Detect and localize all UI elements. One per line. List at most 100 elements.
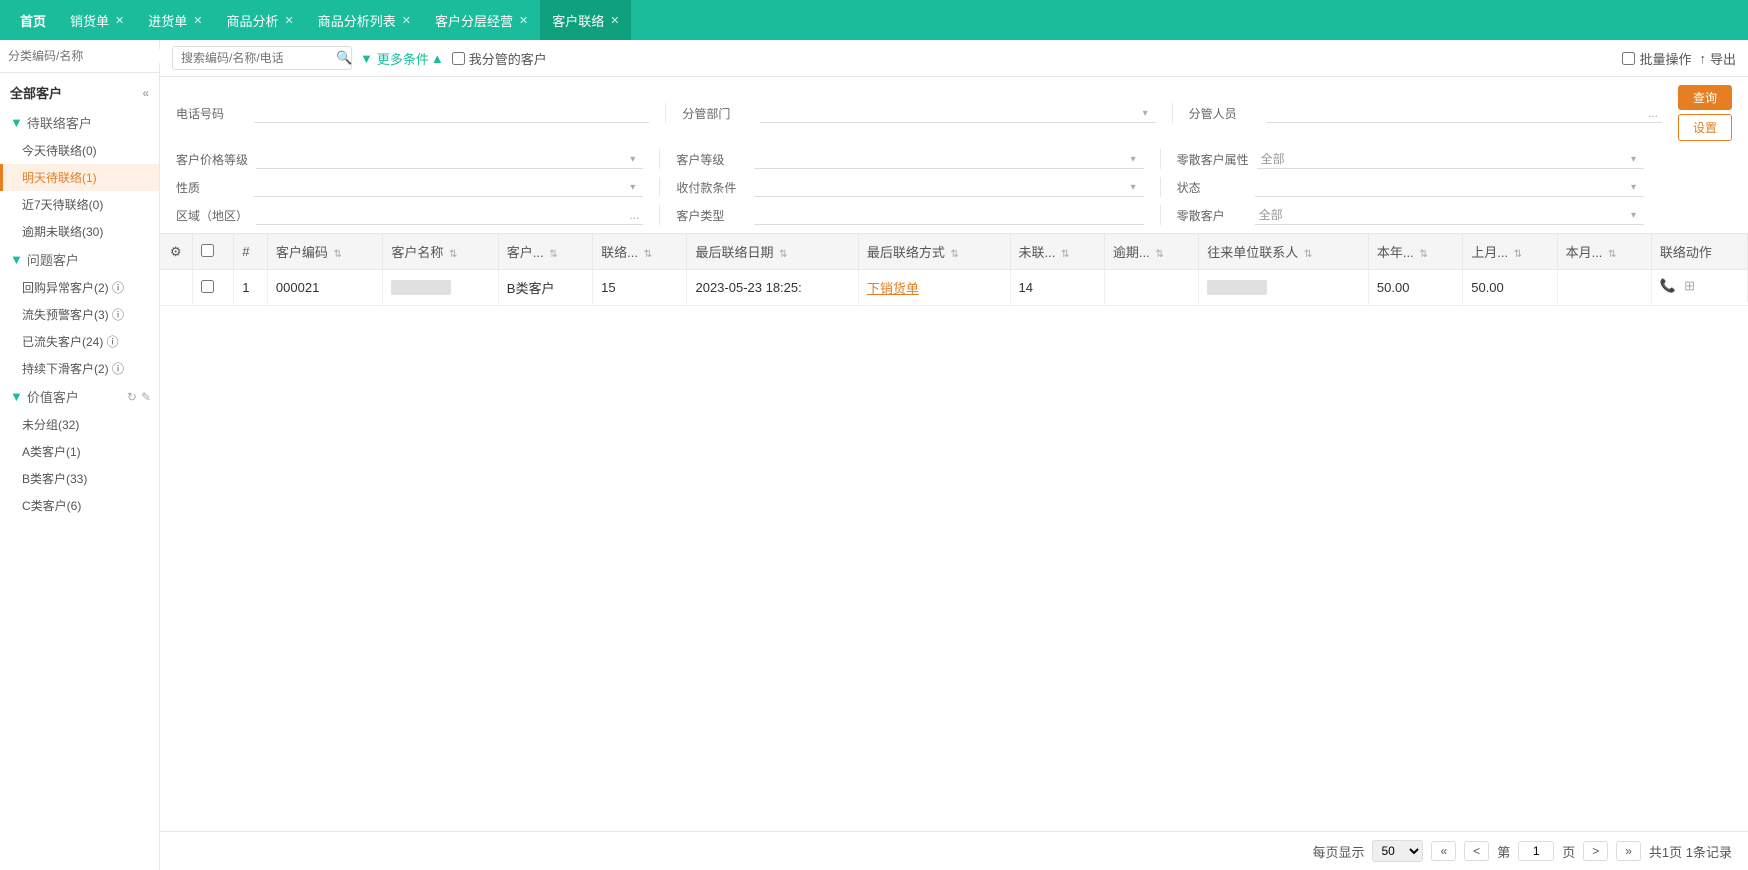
sidebar-section-pending[interactable]: ▼ 待联络客户	[0, 108, 159, 137]
page-number-input[interactable]	[1518, 841, 1554, 861]
settings-button[interactable]: 设置	[1678, 114, 1732, 141]
sidebar-item-class-b[interactable]: B类客户(33)	[0, 465, 159, 492]
col-contacts[interactable]: 联络... ⇅	[593, 234, 687, 270]
dept-select[interactable]	[760, 104, 1155, 123]
sidebar-item-tomorrow-contact[interactable]: 明天待联络(1)	[0, 164, 159, 191]
more-icon[interactable]: ...	[1648, 106, 1658, 120]
sidebar-item-churned[interactable]: 已流失客户(24) ⓘ	[0, 328, 159, 355]
sidebar-item-ungrouped[interactable]: 未分组(32)	[0, 411, 159, 438]
customer-type-input[interactable]	[754, 206, 1143, 225]
person-input[interactable]	[1267, 104, 1662, 123]
sidebar-item-class-a[interactable]: A类客户(1)	[0, 438, 159, 465]
cell-last-contact-method[interactable]: 下销货单	[858, 270, 1010, 306]
sidebar-item-overdue-contact[interactable]: 逾期未联络(30)	[0, 218, 159, 245]
region-input[interactable]	[256, 206, 643, 225]
data-table-container: ⚙ # 客户编码 ⇅ 客户名称 ⇅ 客户... ⇅ 联络... ⇅ 最后联络日期…	[160, 234, 1748, 831]
close-icon[interactable]: ✕	[610, 14, 619, 27]
my-customers-checkbox[interactable]: 我分管的客户	[452, 49, 547, 68]
payment-terms-label: 收付款条件	[676, 179, 746, 196]
col-customer-name[interactable]: 客户名称 ⇅	[383, 234, 498, 270]
col-not-contacted[interactable]: 未联... ⇅	[1010, 234, 1104, 270]
phone-label: 电话号码	[176, 105, 246, 122]
close-icon[interactable]: ✕	[519, 14, 528, 27]
phone-input[interactable]	[254, 104, 649, 123]
more-icon[interactable]: ...	[629, 208, 639, 222]
arrow-icon: ▼	[10, 115, 23, 130]
col-customer-type[interactable]: 客户... ⇅	[498, 234, 592, 270]
retail-attr-select[interactable]: 全部	[1257, 150, 1644, 169]
refresh-icon[interactable]: ↻	[127, 390, 137, 404]
sidebar-search-input[interactable]	[8, 49, 163, 63]
sidebar-item-repurchase-abnormal[interactable]: 回购异常客户(2) ⓘ	[0, 274, 159, 301]
cell-contacts: 15	[593, 270, 687, 306]
collapse-icon[interactable]: «	[142, 86, 149, 100]
divider	[1160, 149, 1161, 169]
col-gear[interactable]: ⚙	[160, 234, 192, 270]
nav-customer-layering[interactable]: 客户分层经营 ✕	[423, 0, 540, 40]
filter-row-1: 电话号码 分管部门 ▾ 分管人员 ... 查询 设置	[176, 85, 1732, 141]
nav-customer-contact[interactable]: 客户联络 ✕	[540, 0, 631, 40]
close-icon[interactable]: ✕	[115, 14, 124, 27]
col-last-contact-method[interactable]: 最后联络方式 ⇅	[858, 234, 1010, 270]
search-input[interactable]	[181, 51, 336, 65]
retail-customer-select[interactable]: 全部	[1255, 206, 1644, 225]
sidebar: 🔍 全部客户 « ▼ 待联络客户 今天待联络(0) 明天待联络(1) 近7天待联…	[0, 40, 160, 870]
nav-purchase-order[interactable]: 进货单 ✕	[136, 0, 214, 40]
nav-sales-order[interactable]: 销货单 ✕	[58, 0, 136, 40]
prev-page-button[interactable]: <	[1464, 841, 1489, 861]
batch-op-button[interactable]: 批量操作	[1622, 49, 1691, 68]
close-icon[interactable]: ✕	[402, 14, 411, 27]
row-checkbox[interactable]	[201, 280, 214, 293]
status-select[interactable]	[1255, 178, 1644, 197]
close-icon[interactable]: ✕	[193, 14, 202, 27]
price-level-select[interactable]	[256, 150, 643, 169]
sidebar-item-7days-contact[interactable]: 近7天待联络(0)	[0, 191, 159, 218]
last-page-button[interactable]: »	[1616, 841, 1641, 861]
customer-level-select[interactable]	[754, 150, 1143, 169]
col-unit-contacts[interactable]: 往来单位联系人 ⇅	[1199, 234, 1369, 270]
col-this-year[interactable]: 本年... ⇅	[1368, 234, 1462, 270]
sidebar-item-class-c[interactable]: C类客户(6)	[0, 492, 159, 519]
sidebar-section-value[interactable]: ▼ 价值客户 ↻ ✎	[0, 382, 159, 411]
first-page-button[interactable]: «	[1431, 841, 1456, 861]
nav-product-analysis[interactable]: 商品分析 ✕	[214, 0, 305, 40]
col-overdue[interactable]: 逾期... ⇅	[1104, 234, 1198, 270]
edit-icon[interactable]: ✎	[141, 390, 151, 404]
sidebar-search-bar: 🔍	[0, 40, 159, 73]
batch-op-check[interactable]	[1622, 52, 1635, 65]
col-rownum: #	[234, 234, 268, 270]
nature-select[interactable]	[254, 178, 643, 197]
main-layout: 🔍 全部客户 « ▼ 待联络客户 今天待联络(0) 明天待联络(1) 近7天待联…	[0, 40, 1748, 870]
sidebar-item-today-contact[interactable]: 今天待联络(0)	[0, 137, 159, 164]
sidebar-all-customers[interactable]: 全部客户 «	[0, 77, 159, 108]
action-grid-icon[interactable]: ⊞	[1684, 278, 1695, 294]
export-button[interactable]: ↑ 导出	[1699, 49, 1736, 68]
my-customers-check[interactable]	[452, 52, 465, 65]
more-filter-button[interactable]: ▼ 更多条件 ▲	[360, 49, 444, 68]
col-contact-action: 联络动作	[1651, 234, 1747, 270]
col-last-month[interactable]: 上月... ⇅	[1463, 234, 1557, 270]
close-icon[interactable]: ✕	[285, 14, 294, 27]
select-all-checkbox[interactable]	[201, 244, 214, 257]
per-page-select[interactable]: 50 100	[1372, 840, 1423, 862]
sidebar-item-churn-warning[interactable]: 流失预警客户(3) ⓘ	[0, 301, 159, 328]
col-last-contact-date[interactable]: 最后联络日期 ⇅	[687, 234, 858, 270]
col-this-month[interactable]: 本月... ⇅	[1557, 234, 1651, 270]
query-button[interactable]: 查询	[1678, 85, 1732, 110]
payment-terms-select[interactable]	[754, 178, 1143, 197]
next-page-button[interactable]: >	[1583, 841, 1608, 861]
per-page-label: 每页显示	[1312, 842, 1364, 861]
sidebar-section-problem[interactable]: ▼ 问题客户	[0, 245, 159, 274]
cell-not-contacted: 14	[1010, 270, 1104, 306]
nav-product-analysis-list[interactable]: 商品分析列表 ✕	[306, 0, 423, 40]
filter-cell-phone: 电话号码	[176, 104, 649, 123]
sidebar-item-declining[interactable]: 持续下滑客户(2) ⓘ	[0, 355, 159, 382]
action-call-icon[interactable]: 📞	[1660, 278, 1676, 294]
divider	[659, 205, 660, 225]
divider	[659, 177, 660, 197]
nav-home[interactable]: 首页	[8, 0, 58, 40]
search-box: 🔍	[172, 46, 352, 70]
cell-overdue	[1104, 270, 1198, 306]
col-customer-code[interactable]: 客户编码 ⇅	[267, 234, 382, 270]
filter-icon: ▼	[360, 51, 373, 66]
